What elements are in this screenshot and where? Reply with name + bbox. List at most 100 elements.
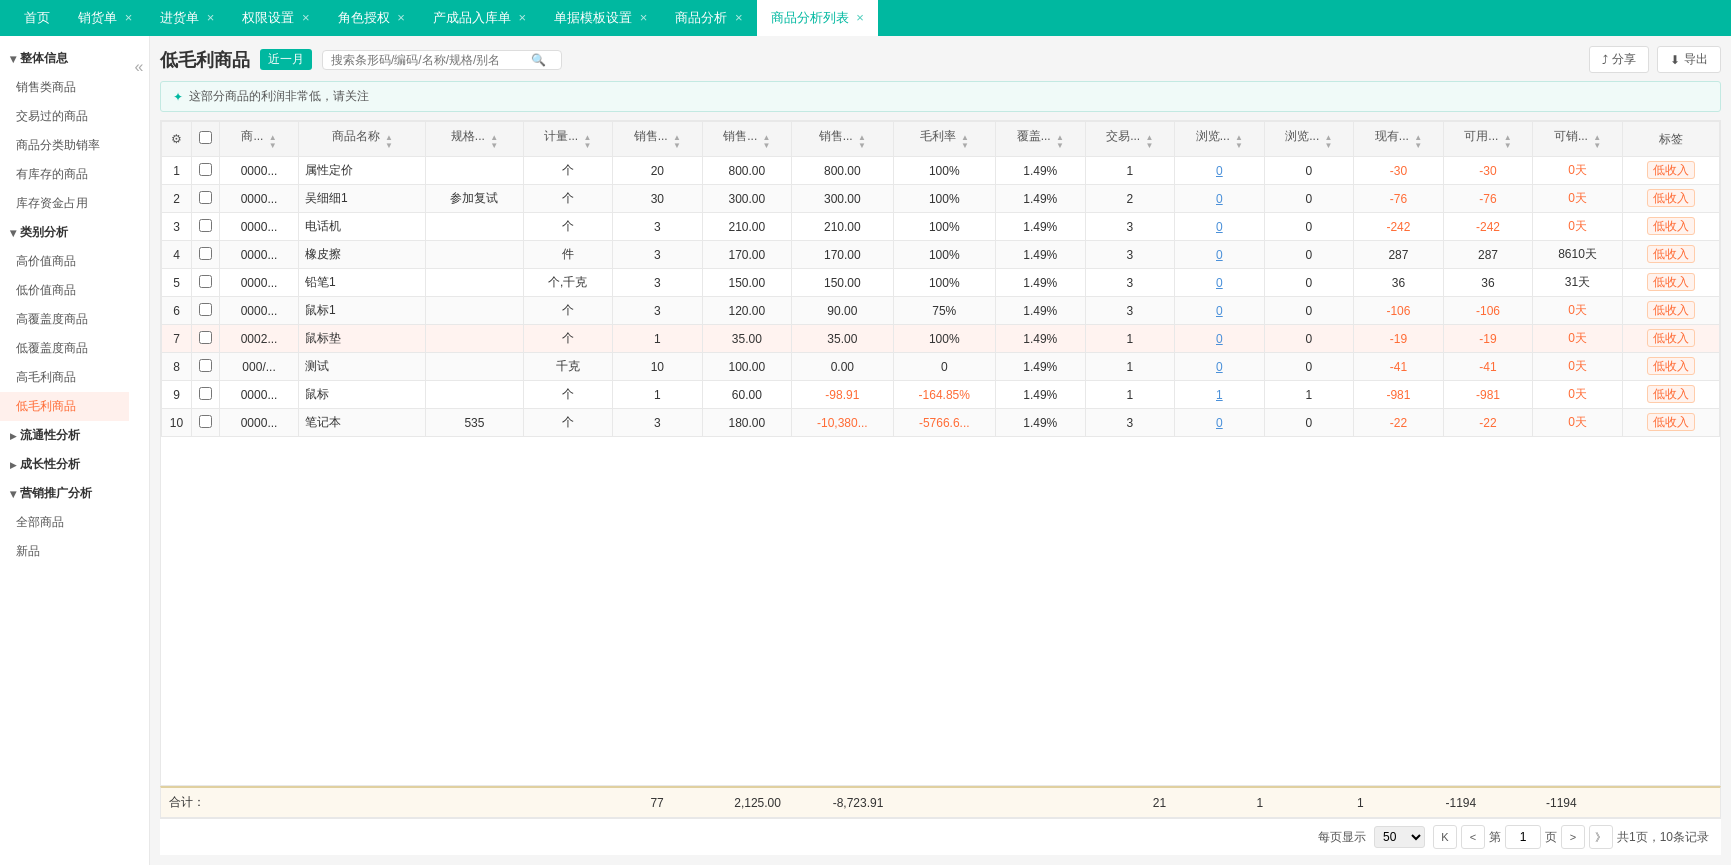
sidebar-item-high-value[interactable]: 高价值商品	[0, 247, 129, 276]
cell-browse1[interactable]: 0	[1175, 325, 1265, 353]
cell-check[interactable]	[192, 381, 220, 409]
nav-goods-analysis-list[interactable]: 商品分析列表 ×	[757, 0, 878, 36]
row-checkbox[interactable]	[199, 387, 212, 400]
th-browse1[interactable]: 浏览... ▲▼	[1175, 122, 1265, 157]
th-spec[interactable]: 规格... ▲▼	[426, 122, 523, 157]
cell-browse1[interactable]: 0	[1175, 241, 1265, 269]
cell-check[interactable]	[192, 157, 220, 185]
sidebar-item-high-coverage[interactable]: 高覆盖度商品	[0, 305, 129, 334]
close-purchase-icon[interactable]: ×	[207, 10, 215, 25]
search-input[interactable]	[331, 53, 531, 67]
close-sales-icon[interactable]: ×	[125, 10, 133, 25]
nav-sales[interactable]: 销货单 ×	[64, 0, 146, 36]
close-goods-analysis-icon[interactable]: ×	[735, 10, 743, 25]
cell-gross-rate: 100%	[893, 185, 995, 213]
th-tag[interactable]: 标签	[1622, 122, 1719, 157]
sidebar-item-capital[interactable]: 库存资金占用	[0, 189, 129, 218]
per-page-select[interactable]: 50 20 100	[1374, 826, 1425, 848]
th-browse2[interactable]: 浏览... ▲▼	[1264, 122, 1354, 157]
close-permission-icon[interactable]: ×	[302, 10, 310, 25]
search-icon[interactable]: 🔍	[531, 53, 546, 67]
nav-goods-analysis[interactable]: 商品分析 ×	[661, 0, 756, 36]
page-input[interactable]	[1505, 825, 1541, 849]
row-checkbox[interactable]	[199, 303, 212, 316]
row-checkbox[interactable]	[199, 191, 212, 204]
th-unit[interactable]: 计量... ▲▼	[523, 122, 613, 157]
sidebar-item-traded-goods[interactable]: 交易过的商品	[0, 102, 129, 131]
export-button[interactable]: ⬇ 导出	[1657, 46, 1721, 73]
th-code[interactable]: 商... ▲▼	[220, 122, 299, 157]
row-checkbox[interactable]	[199, 163, 212, 176]
th-sales1[interactable]: 销售... ▲▼	[613, 122, 703, 157]
nav-purchase[interactable]: 进货单 ×	[146, 0, 228, 36]
sidebar-group-growth[interactable]: ▸ 成长性分析	[0, 450, 129, 479]
close-product-entry-icon[interactable]: ×	[519, 10, 527, 25]
cell-browse1[interactable]: 0	[1175, 213, 1265, 241]
cell-check[interactable]	[192, 185, 220, 213]
row-checkbox[interactable]	[199, 359, 212, 372]
cell-check[interactable]	[192, 325, 220, 353]
prev-page-btn[interactable]: <	[1461, 825, 1485, 849]
cell-seq: 3	[162, 213, 192, 241]
cell-browse1[interactable]: 0	[1175, 297, 1265, 325]
select-all-checkbox[interactable]	[199, 131, 212, 144]
cell-check[interactable]	[192, 353, 220, 381]
nav-product-entry[interactable]: 产成品入库单 ×	[419, 0, 540, 36]
cell-browse1[interactable]: 0	[1175, 157, 1265, 185]
nav-home[interactable]: 首页	[10, 0, 64, 36]
sidebar-item-low-margin[interactable]: 低毛利商品	[0, 392, 129, 421]
row-checkbox[interactable]	[199, 219, 212, 232]
sidebar-item-low-value[interactable]: 低价值商品	[0, 276, 129, 305]
next-page-btn[interactable]: >	[1561, 825, 1585, 849]
sidebar-group-marketing[interactable]: ▾ 营销推广分析	[0, 479, 129, 508]
sidebar-item-all-goods[interactable]: 全部商品	[0, 508, 129, 537]
row-checkbox[interactable]	[199, 275, 212, 288]
sidebar-collapse-btn[interactable]: «	[129, 54, 149, 80]
row-checkbox[interactable]	[199, 331, 212, 344]
cell-check[interactable]	[192, 409, 220, 437]
cell-check[interactable]	[192, 269, 220, 297]
sidebar-item-low-coverage[interactable]: 低覆盖度商品	[0, 334, 129, 363]
th-stock2[interactable]: 可用... ▲▼	[1443, 122, 1533, 157]
nav-template[interactable]: 单据模板设置 ×	[540, 0, 661, 36]
th-trade[interactable]: 交易... ▲▼	[1085, 122, 1175, 157]
last-page-btn[interactable]: 》	[1589, 825, 1613, 849]
sidebar-item-category-rate[interactable]: 商品分类助销率	[0, 131, 129, 160]
sidebar-item-high-margin[interactable]: 高毛利商品	[0, 363, 129, 392]
nav-role[interactable]: 角色授权 ×	[324, 0, 419, 36]
th-stock3[interactable]: 可销... ▲▼	[1533, 122, 1623, 157]
cell-code: 000/...	[220, 353, 299, 381]
th-cover-rate[interactable]: 覆盖... ▲▼	[995, 122, 1085, 157]
nav-permission[interactable]: 权限设置 ×	[228, 0, 323, 36]
sidebar-item-new-goods[interactable]: 新品	[0, 537, 129, 566]
th-gear[interactable]: ⚙	[162, 122, 192, 157]
th-gross-rate[interactable]: 毛利率 ▲▼	[893, 122, 995, 157]
sidebar-group-flow[interactable]: ▸ 流通性分析	[0, 421, 129, 450]
cell-browse1[interactable]: 0	[1175, 409, 1265, 437]
cell-check[interactable]	[192, 213, 220, 241]
sidebar-group-category[interactable]: ▾ 类别分析	[0, 218, 129, 247]
close-role-icon[interactable]: ×	[397, 10, 405, 25]
close-template-icon[interactable]: ×	[640, 10, 648, 25]
close-goods-list-icon[interactable]: ×	[856, 10, 864, 25]
row-checkbox[interactable]	[199, 415, 212, 428]
th-sales2[interactable]: 销售... ▲▼	[702, 122, 792, 157]
th-checkbox[interactable]	[192, 122, 220, 157]
th-stock1[interactable]: 现有... ▲▼	[1354, 122, 1444, 157]
date-badge[interactable]: 近一月	[260, 49, 312, 70]
th-sales3[interactable]: 销售... ▲▼	[792, 122, 893, 157]
th-name[interactable]: 商品名称 ▲▼	[299, 122, 426, 157]
sidebar-item-in-stock[interactable]: 有库存的商品	[0, 160, 129, 189]
sidebar-item-sales-goods[interactable]: 销售类商品	[0, 73, 129, 102]
cell-check[interactable]	[192, 241, 220, 269]
cell-browse1[interactable]: 0	[1175, 353, 1265, 381]
sidebar-group-overall[interactable]: ▾ 整体信息	[0, 44, 129, 73]
cell-tag: 低收入	[1622, 297, 1719, 325]
row-checkbox[interactable]	[199, 247, 212, 260]
cell-browse1[interactable]: 1	[1175, 381, 1265, 409]
cell-browse1[interactable]: 0	[1175, 185, 1265, 213]
cell-browse1[interactable]: 0	[1175, 269, 1265, 297]
cell-check[interactable]	[192, 297, 220, 325]
share-button[interactable]: ⤴ 分享	[1589, 46, 1649, 73]
first-page-btn[interactable]: K	[1433, 825, 1457, 849]
